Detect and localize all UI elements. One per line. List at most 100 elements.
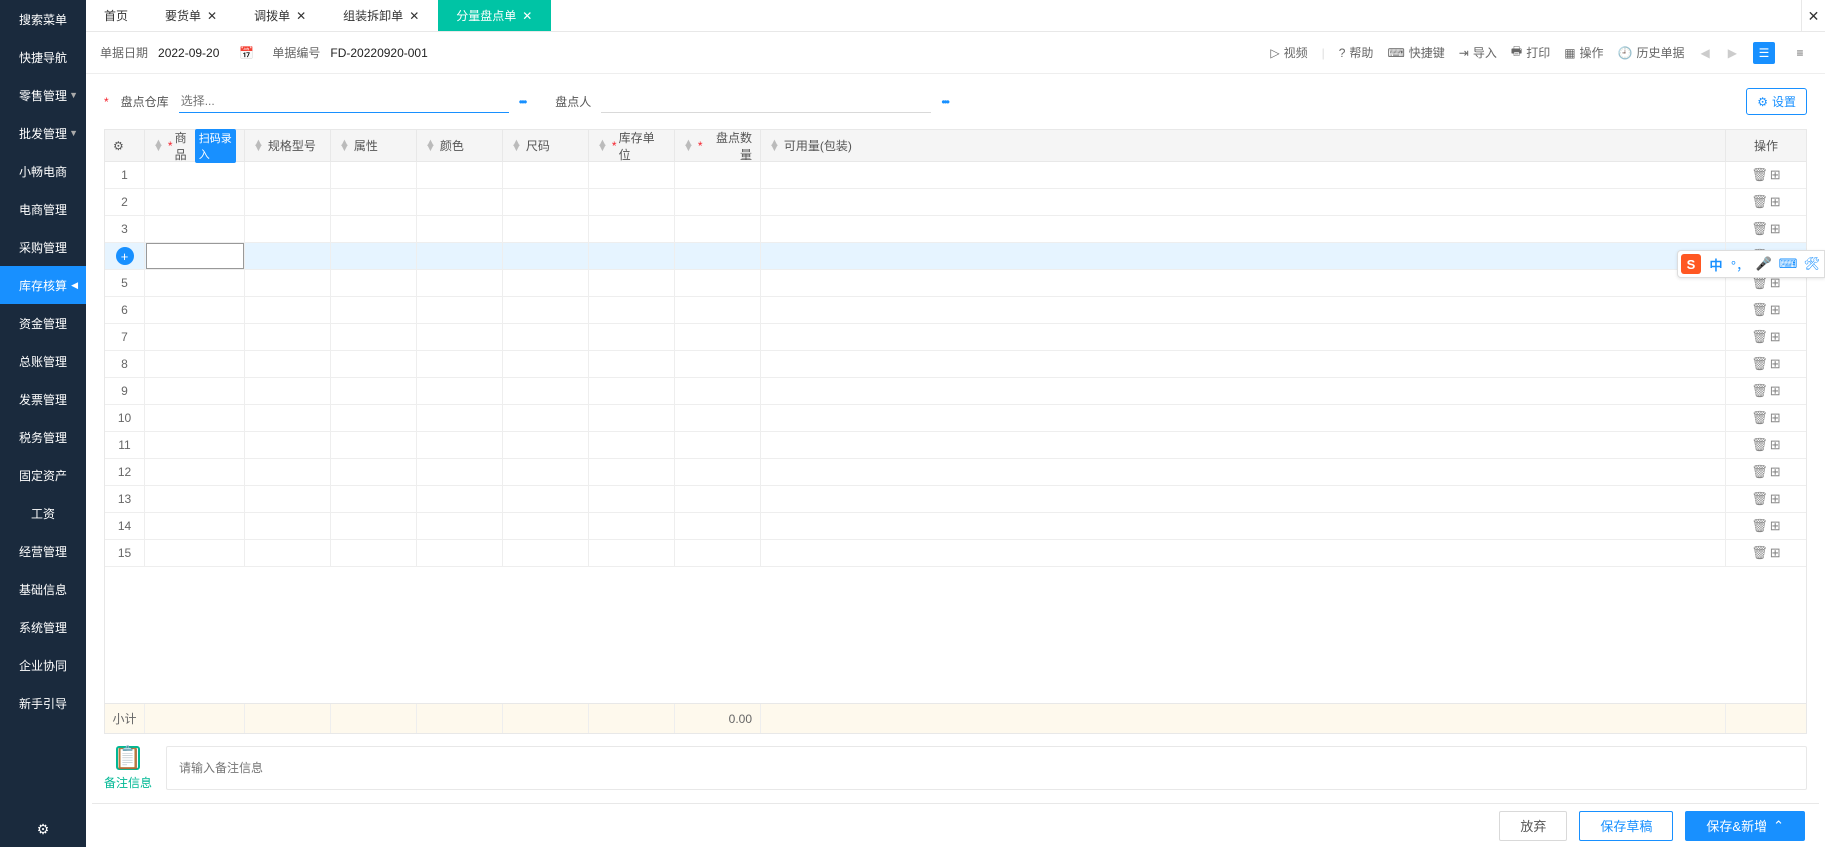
table-row[interactable]: 15🗑 ⊞ [105, 540, 1806, 567]
cell[interactable] [245, 405, 331, 431]
sidebar-item-11[interactable]: 税务管理 [0, 418, 86, 456]
cell[interactable] [331, 432, 417, 458]
row-actions[interactable]: 🗑 ⊞ [1726, 189, 1806, 215]
cell[interactable] [675, 459, 761, 485]
cell[interactable] [145, 351, 245, 377]
cell[interactable] [331, 513, 417, 539]
sidebar-item-7[interactable]: 库存核算◀ [0, 266, 86, 304]
warehouse-input[interactable] [179, 90, 509, 113]
cell[interactable] [417, 216, 503, 242]
table-row[interactable]: 10🗑 ⊞ [105, 405, 1806, 432]
video-button[interactable]: ▷ 视频 [1270, 44, 1307, 61]
row-actions[interactable]: 🗑 ⊞ [1726, 459, 1806, 485]
row-actions[interactable]: 🗑 ⊞ [1726, 162, 1806, 188]
sidebar-item-3[interactable]: 批发管理▼ [0, 114, 86, 152]
cell[interactable] [417, 378, 503, 404]
cell[interactable] [145, 378, 245, 404]
cell[interactable] [145, 297, 245, 323]
close-icon[interactable]: ✕ [409, 9, 419, 23]
cell[interactable] [503, 513, 589, 539]
cell[interactable] [417, 162, 503, 188]
row-actions[interactable]: 🗑 ⊞ [1726, 540, 1806, 566]
delete-icon[interactable]: 🗑 [1751, 518, 1768, 534]
person-more-icon[interactable]: ••• [941, 95, 948, 109]
copy-icon[interactable]: ⊞ [1770, 383, 1781, 399]
cell[interactable] [331, 243, 417, 269]
cell[interactable] [417, 405, 503, 431]
sidebar-item-9[interactable]: 总账管理 [0, 342, 86, 380]
calendar-icon[interactable]: 📅 [239, 46, 254, 60]
cell[interactable] [503, 432, 589, 458]
cell[interactable] [761, 513, 1726, 539]
cell[interactable] [145, 324, 245, 350]
cell[interactable] [589, 243, 675, 269]
row-actions[interactable]: 🗑 ⊞ [1726, 432, 1806, 458]
cell[interactable] [589, 270, 675, 296]
cell[interactable] [145, 162, 245, 188]
delete-icon[interactable]: 🗑 [1751, 545, 1768, 561]
table-row[interactable]: 1🗑 ⊞ [105, 162, 1806, 189]
cell[interactable] [589, 405, 675, 431]
cell[interactable] [761, 459, 1726, 485]
close-icon[interactable]: ✕ [207, 9, 217, 23]
delete-icon[interactable]: 🗑 [1751, 329, 1768, 345]
delete-icon[interactable]: 🗑 [1751, 437, 1768, 453]
help-button[interactable]: ? 帮助 [1339, 44, 1374, 61]
sidebar-item-15[interactable]: 基础信息 [0, 570, 86, 608]
cell[interactable] [761, 486, 1726, 512]
ime-logo-icon[interactable]: S [1681, 254, 1701, 274]
sidebar-item-5[interactable]: 电商管理 [0, 190, 86, 228]
view-list-icon[interactable]: ☰ [1753, 42, 1775, 64]
sidebar-item-12[interactable]: 固定资产 [0, 456, 86, 494]
cell[interactable] [589, 351, 675, 377]
cell[interactable] [589, 513, 675, 539]
th-product[interactable]: ▲▼*商品扫码录入 [145, 130, 245, 161]
sidebar-item-10[interactable]: 发票管理 [0, 380, 86, 418]
cell[interactable] [761, 351, 1726, 377]
cell[interactable] [417, 270, 503, 296]
cell[interactable] [245, 432, 331, 458]
cell[interactable] [761, 162, 1726, 188]
cell[interactable] [417, 432, 503, 458]
th-unit[interactable]: ▲▼*库存单位 [589, 130, 675, 161]
cell[interactable] [503, 459, 589, 485]
cell[interactable] [417, 513, 503, 539]
tab-2[interactable]: 调拨单✕ [236, 0, 325, 31]
cell[interactable] [589, 378, 675, 404]
cell[interactable] [331, 189, 417, 215]
table-row[interactable]: 12🗑 ⊞ [105, 459, 1806, 486]
cell[interactable] [675, 270, 761, 296]
cell[interactable] [675, 432, 761, 458]
table-row[interactable]: 9🗑 ⊞ [105, 378, 1806, 405]
table-row[interactable]: 11🗑 ⊞ [105, 432, 1806, 459]
cell[interactable] [245, 513, 331, 539]
cell[interactable] [589, 216, 675, 242]
cell[interactable] [503, 216, 589, 242]
cell[interactable] [417, 243, 503, 269]
cell[interactable] [761, 297, 1726, 323]
cell[interactable] [417, 540, 503, 566]
cell[interactable] [503, 486, 589, 512]
th-gear[interactable]: ⚙ [105, 130, 145, 161]
cell[interactable] [761, 324, 1726, 350]
cell[interactable] [145, 405, 245, 431]
cell[interactable] [675, 162, 761, 188]
sidebar-item-1[interactable]: 快捷导航 [0, 38, 86, 76]
cell[interactable] [145, 486, 245, 512]
cell[interactable] [761, 189, 1726, 215]
cell[interactable] [675, 513, 761, 539]
th-color[interactable]: ▲▼颜色 [417, 130, 503, 161]
tab-4[interactable]: 分量盘点单✕ [438, 0, 551, 31]
cell[interactable] [761, 432, 1726, 458]
row-actions[interactable]: 🗑 ⊞ [1726, 405, 1806, 431]
cell[interactable] [589, 162, 675, 188]
sidebar-item-18[interactable]: 新手引导 [0, 684, 86, 722]
cell-product[interactable] [145, 243, 245, 269]
close-icon[interactable]: ✕ [296, 9, 306, 23]
cell[interactable] [331, 324, 417, 350]
cell[interactable] [589, 540, 675, 566]
delete-icon[interactable]: 🗑 [1751, 194, 1768, 210]
cell[interactable] [245, 162, 331, 188]
cell[interactable] [675, 351, 761, 377]
cell[interactable] [589, 297, 675, 323]
